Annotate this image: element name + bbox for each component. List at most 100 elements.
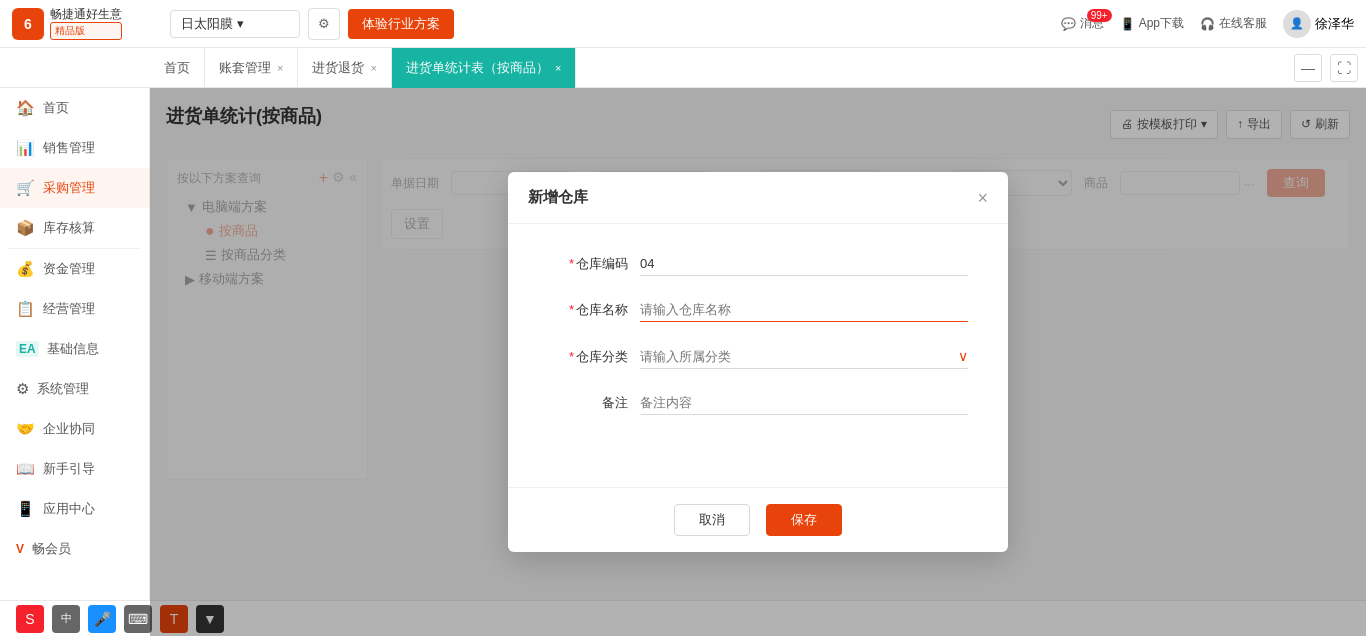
- keyboard-icon[interactable]: ⌨: [124, 605, 152, 633]
- tab-home-label: 首页: [164, 59, 190, 77]
- logo-area: 6 畅捷通好生意 精品版: [12, 7, 162, 41]
- form-row-warehouse-name: *仓库名称: [548, 298, 968, 322]
- operations-icon: 📋: [16, 300, 35, 318]
- tab-purchase-return-label: 进货退货: [312, 59, 364, 77]
- sidebar-item-system[interactable]: ⚙ 系统管理: [0, 369, 149, 409]
- sidebar-item-sales[interactable]: 📊 销售管理: [0, 128, 149, 168]
- brand-s-icon[interactable]: S: [16, 605, 44, 633]
- sidebar: 🏠 首页 📊 销售管理 🛒 采购管理 📦 库存核算 💰 资金管理 📋 经营管理 …: [0, 88, 150, 636]
- trial-button[interactable]: 体验行业方案: [348, 9, 454, 39]
- warehouse-code-label: *仓库编码: [548, 255, 628, 273]
- new-warehouse-modal: 新增仓库 × *仓库编码 *仓库名称: [508, 172, 1008, 552]
- warehouse-name-input[interactable]: [640, 298, 968, 322]
- phone-icon: 📱: [1120, 17, 1135, 31]
- headset-icon: 🎧: [1200, 17, 1215, 31]
- form-row-remark: 备注: [548, 391, 968, 415]
- tab-expand-button[interactable]: ⛶: [1330, 54, 1358, 82]
- settings-button[interactable]: ⚙: [308, 8, 340, 40]
- modal-title: 新增仓库: [528, 188, 588, 207]
- remark-input[interactable]: [640, 391, 968, 415]
- sidebar-item-basic-info[interactable]: EA 基础信息: [0, 329, 149, 369]
- modal-close-button[interactable]: ×: [977, 189, 988, 207]
- app-badge: 精品版: [50, 22, 122, 40]
- form-row-warehouse-category: *仓库分类 ∨: [548, 344, 968, 369]
- form-row-warehouse-code: *仓库编码: [548, 252, 968, 276]
- tab-purchase-stats-label: 进货单统计表（按商品）: [406, 59, 549, 77]
- tab-home[interactable]: 首页: [150, 48, 205, 88]
- mic-icon[interactable]: 🎤: [88, 605, 116, 633]
- content-area: 进货单统计(按商品) 🖨 按模板打印 ▾ ↑ 导出 ↺ 刷新: [150, 88, 1366, 636]
- message-icon: 💬: [1061, 17, 1076, 31]
- modal-body: *仓库编码 *仓库名称 *仓库分类: [508, 224, 1008, 487]
- sidebar-item-purchase[interactable]: 🛒 采购管理: [0, 168, 149, 208]
- vip-icon: V: [16, 542, 24, 556]
- app-download-label: App下载: [1139, 15, 1184, 32]
- basic-info-icon: EA: [16, 341, 39, 357]
- sidebar-item-operations[interactable]: 📋 经营管理: [0, 289, 149, 329]
- main-layout: 🏠 首页 📊 销售管理 🛒 采购管理 📦 库存核算 💰 资金管理 📋 经营管理 …: [0, 88, 1366, 636]
- warehouse-code-input[interactable]: [640, 252, 968, 276]
- tab-purchase-return-close-icon[interactable]: ×: [370, 62, 376, 74]
- tab-purchase-stats[interactable]: 进货单统计表（按商品） ×: [392, 48, 576, 88]
- tab-purchase-return[interactable]: 进货退货 ×: [298, 48, 391, 88]
- top-header: 6 畅捷通好生意 精品版 日太阳膜 ▾ ⚙ 体验行业方案 💬 消息 99+ 📱 …: [0, 0, 1366, 48]
- sidebar-item-home-label: 首页: [43, 99, 69, 117]
- purchase-icon: 🛒: [16, 179, 35, 197]
- sidebar-item-app-center[interactable]: 📱 应用中心: [0, 489, 149, 529]
- inventory-icon: 📦: [16, 219, 35, 237]
- category-dropdown-icon: ∨: [958, 348, 968, 364]
- tab-account-label: 账套管理: [219, 59, 271, 77]
- store-selector[interactable]: 日太阳膜 ▾: [170, 10, 300, 38]
- user-name: 徐泽华: [1315, 15, 1354, 33]
- notification-badge: 99+: [1087, 9, 1112, 22]
- modal-footer: 取消 保存: [508, 487, 1008, 552]
- sidebar-item-purchase-label: 采购管理: [43, 179, 95, 197]
- sidebar-item-app-center-label: 应用中心: [43, 500, 95, 518]
- tab-purchase-stats-close-icon[interactable]: ×: [555, 62, 561, 74]
- warehouse-name-label: *仓库名称: [548, 301, 628, 319]
- sidebar-item-vip-label: 畅会员: [32, 540, 71, 558]
- tab-bar: 首页 账套管理 × 进货退货 × 进货单统计表（按商品） × — ⛶: [0, 48, 1366, 88]
- sidebar-item-basic-info-label: 基础信息: [47, 340, 99, 358]
- remark-label: 备注: [548, 394, 628, 412]
- customer-service-label: 在线客服: [1219, 15, 1267, 32]
- home-icon: 🏠: [16, 99, 35, 117]
- sidebar-item-inventory[interactable]: 📦 库存核算: [0, 208, 149, 248]
- sidebar-item-home[interactable]: 🏠 首页: [0, 88, 149, 128]
- tab-minimize-button[interactable]: —: [1294, 54, 1322, 82]
- app-logo-icon: 6: [12, 8, 44, 40]
- app-name: 畅捷通好生意: [50, 7, 122, 23]
- sidebar-item-guide-label: 新手引导: [43, 460, 95, 478]
- tab-account-close-icon[interactable]: ×: [277, 62, 283, 74]
- cancel-button[interactable]: 取消: [674, 504, 750, 536]
- avatar: 👤: [1283, 10, 1311, 38]
- system-icon: ⚙: [16, 380, 29, 398]
- required-star-1: *: [569, 256, 574, 271]
- modal-header: 新增仓库 ×: [508, 172, 1008, 224]
- guide-icon: 📖: [16, 460, 35, 478]
- app-download-button[interactable]: 📱 App下载: [1120, 15, 1184, 32]
- sidebar-item-enterprise[interactable]: 🤝 企业协同: [0, 409, 149, 449]
- messages-button[interactable]: 💬 消息 99+: [1061, 15, 1104, 32]
- required-star-3: *: [569, 349, 574, 364]
- customer-service-button[interactable]: 🎧 在线客服: [1200, 15, 1267, 32]
- warehouse-category-input[interactable]: [640, 349, 958, 364]
- sidebar-item-vip[interactable]: V 畅会员: [0, 529, 149, 569]
- tab-account[interactable]: 账套管理 ×: [205, 48, 298, 88]
- modal-overlay: 新增仓库 × *仓库编码 *仓库名称: [150, 88, 1366, 636]
- sidebar-item-sales-label: 销售管理: [43, 139, 95, 157]
- store-name: 日太阳膜: [181, 15, 233, 33]
- warehouse-category-select-wrap[interactable]: ∨: [640, 344, 968, 369]
- sales-icon: 📊: [16, 139, 35, 157]
- required-star-2: *: [569, 302, 574, 317]
- sidebar-item-inventory-label: 库存核算: [43, 219, 95, 237]
- user-menu[interactable]: 👤 徐泽华: [1283, 10, 1354, 38]
- sidebar-item-operations-label: 经营管理: [43, 300, 95, 318]
- sidebar-item-finance[interactable]: 💰 资金管理: [0, 249, 149, 289]
- sidebar-item-guide[interactable]: 📖 新手引导: [0, 449, 149, 489]
- chinese-input-icon[interactable]: 中: [52, 605, 80, 633]
- save-button[interactable]: 保存: [766, 504, 842, 536]
- store-chevron-icon: ▾: [237, 16, 244, 31]
- sidebar-item-enterprise-label: 企业协同: [43, 420, 95, 438]
- app-center-icon: 📱: [16, 500, 35, 518]
